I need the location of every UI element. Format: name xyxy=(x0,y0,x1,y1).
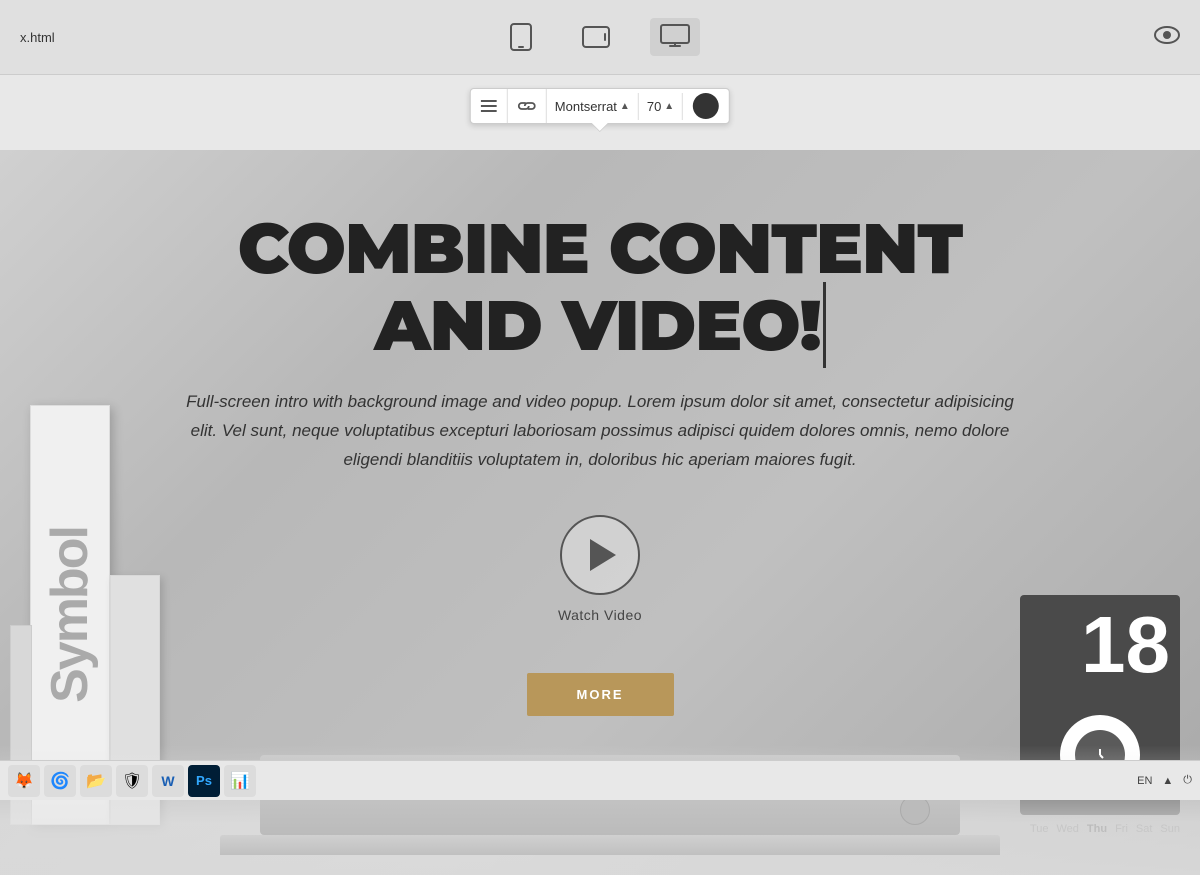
play-triangle-icon xyxy=(590,539,616,571)
font-size-label: 70 xyxy=(647,99,661,114)
taskbar-lang: EN xyxy=(1137,775,1152,787)
preview-eye-icon[interactable] xyxy=(1154,24,1180,50)
align-button[interactable] xyxy=(471,89,508,123)
play-button-wrap[interactable]: Watch Video xyxy=(558,515,642,623)
mobile-icon[interactable] xyxy=(500,17,542,57)
browser-tab-title: x.html xyxy=(20,30,55,45)
taskbar-arrow-up-icon: ▲ xyxy=(1162,775,1173,787)
size-arrow-icon: ▲ xyxy=(664,101,674,112)
hero-title: COMBINE CONTENT and VIDEO! xyxy=(238,210,962,364)
link-button[interactable] xyxy=(508,89,547,123)
color-picker[interactable] xyxy=(693,93,719,119)
device-icons xyxy=(500,17,700,57)
hero-title-line1: COMBINE CONTENT xyxy=(238,205,962,291)
taskbar-word-icon[interactable]: W xyxy=(152,765,184,797)
font-size-selector[interactable]: 70 ▲ xyxy=(639,93,683,120)
more-button[interactable]: MORE xyxy=(527,673,674,716)
watch-video-label: Watch Video xyxy=(558,607,642,623)
font-name-label: Montserrat xyxy=(555,99,617,114)
taskbar: 🦊 🌀 📂 🛡 W Ps 📊 EN ▲ ⏻ xyxy=(0,760,1200,800)
font-arrow-icon: ▲ xyxy=(620,101,630,112)
font-selector[interactable]: Montserrat ▲ xyxy=(547,93,639,120)
hero-subtitle: Full-screen intro with background image … xyxy=(150,388,1050,475)
taskbar-right: EN ▲ ⏻ xyxy=(1137,774,1192,787)
taskbar-power-icon: ⏻ xyxy=(1183,774,1192,787)
taskbar-photoshop-icon[interactable]: Ps xyxy=(188,765,220,797)
play-circle[interactable] xyxy=(560,515,640,595)
editor-toolbar: Montserrat ▲ 70 ▲ xyxy=(470,88,730,124)
tablet-icon[interactable] xyxy=(572,20,620,54)
text-cursor xyxy=(821,282,826,368)
taskbar-extra-icon[interactable]: 📊 xyxy=(224,765,256,797)
taskbar-filezilla-icon[interactable]: 📂 xyxy=(80,765,112,797)
browser-chrome: x.html xyxy=(0,0,1200,75)
taskbar-firefox-icon[interactable]: 🦊 xyxy=(8,765,40,797)
taskbar-icon-2[interactable]: 🌀 xyxy=(44,765,76,797)
desktop-icon[interactable] xyxy=(650,18,700,56)
hero-title-line2: and VIDEO! xyxy=(374,282,825,368)
taskbar-antivirus-icon[interactable]: 🛡 xyxy=(116,765,148,797)
